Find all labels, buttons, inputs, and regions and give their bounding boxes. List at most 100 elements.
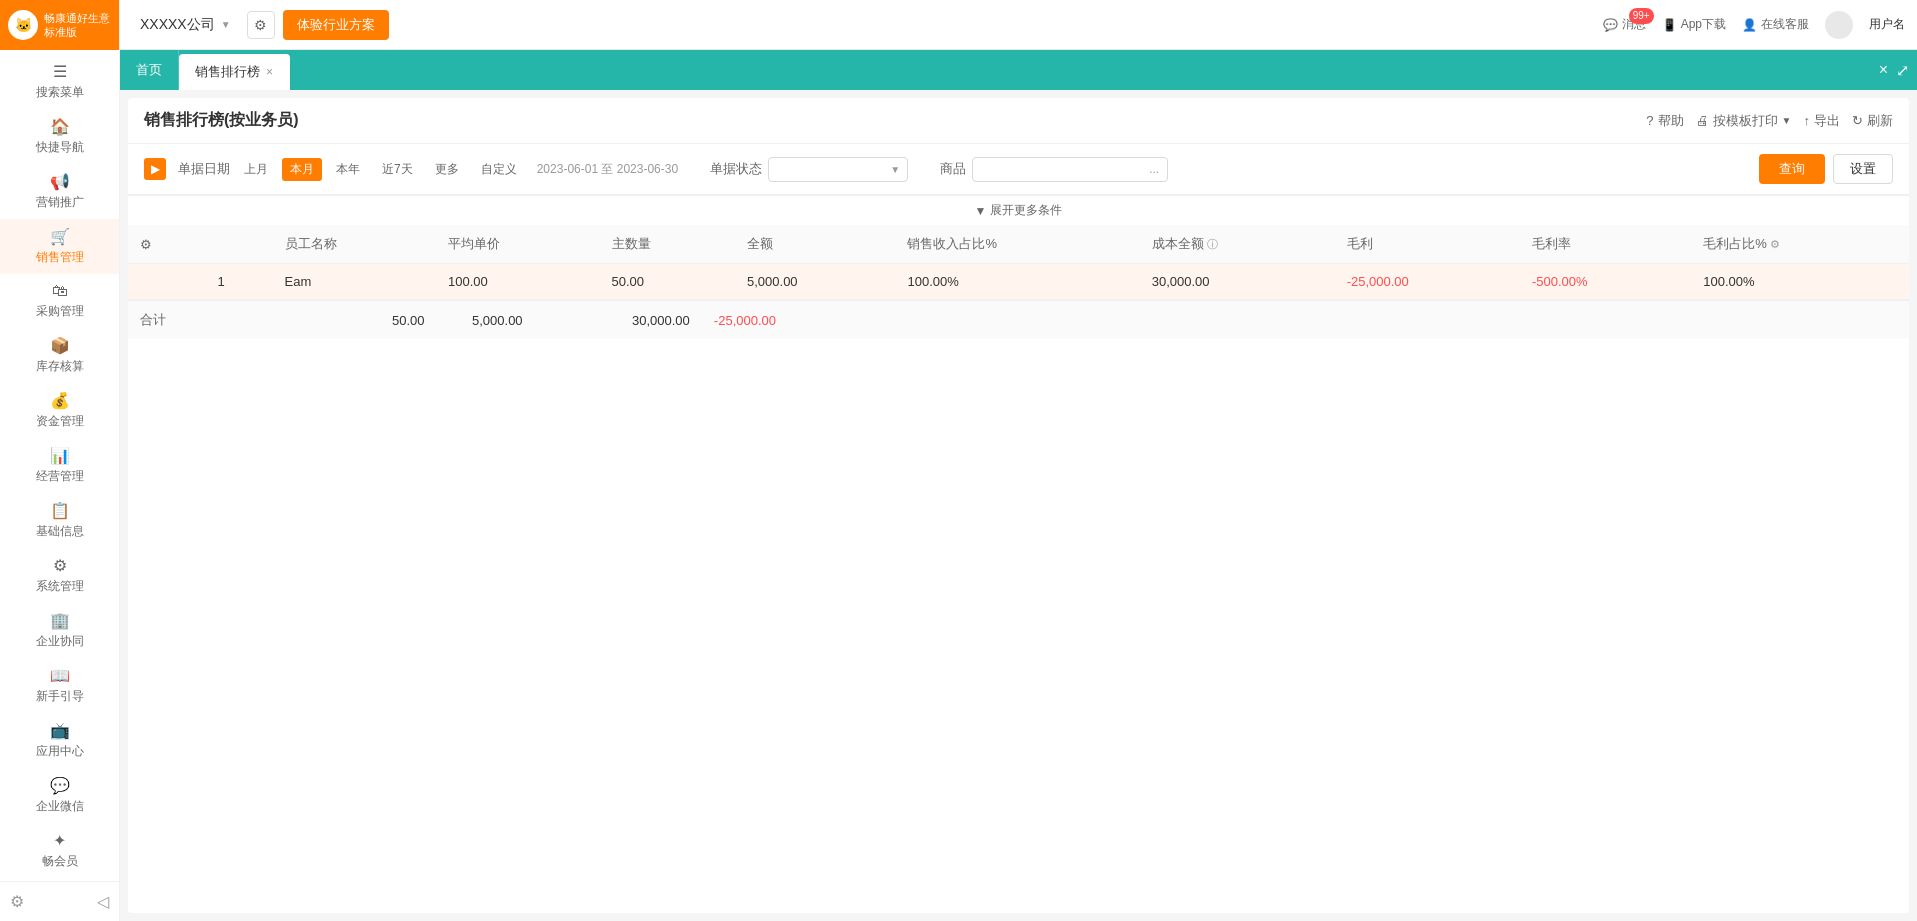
help-button[interactable]: ? 帮助 bbox=[1646, 112, 1683, 130]
help-icon: ? bbox=[1646, 113, 1653, 128]
message-button[interactable]: 💬 消息 99+ bbox=[1603, 16, 1646, 33]
status-select-wrapper: ▼ bbox=[768, 157, 908, 182]
cell-sales-pct: 100.00% bbox=[895, 264, 1139, 300]
footer-cost: 30,000.00 bbox=[620, 313, 702, 328]
sidebar-item-guide[interactable]: 📖 新手引导 bbox=[0, 658, 119, 713]
app-download-button[interactable]: 📱 App下载 bbox=[1662, 16, 1726, 33]
avatar[interactable] bbox=[1825, 11, 1853, 39]
refresh-button[interactable]: ↻ 刷新 bbox=[1852, 112, 1893, 130]
purchase-icon: 🛍 bbox=[52, 282, 68, 300]
export-button[interactable]: ↑ 导出 bbox=[1804, 112, 1841, 130]
sidebar-item-marketing[interactable]: 📢 营销推广 bbox=[0, 164, 119, 219]
sidebar-item-finance[interactable]: 💰 资金管理 bbox=[0, 383, 119, 438]
print-dropdown-icon: ▼ bbox=[1782, 115, 1792, 126]
cell-name: Eam bbox=[273, 264, 436, 300]
col-avg-price: 平均单价 bbox=[436, 225, 599, 264]
sidebar-item-operations[interactable]: 📊 经营管理 bbox=[0, 438, 119, 493]
sidebar-item-wechat[interactable]: 💬 企业微信 bbox=[0, 768, 119, 823]
finance-icon: 💰 bbox=[50, 391, 70, 410]
filter-arrow-button[interactable]: ▶ bbox=[144, 158, 166, 180]
tab-close-icon[interactable]: × bbox=[266, 65, 273, 79]
online-service-button[interactable]: 👤 在线客服 bbox=[1742, 16, 1809, 33]
status-select[interactable] bbox=[768, 157, 908, 182]
data-table: ⚙ 员工名称 平均单价 主数量 全额 销售收入占比% 成本全额 ⓘ bbox=[128, 225, 1909, 300]
sidebar-item-sales[interactable]: 🛒 销售管理 bbox=[0, 219, 119, 274]
operations-icon: 📊 bbox=[50, 446, 70, 465]
footer-empty2 bbox=[300, 313, 380, 328]
status-filter-group: 单据状态 ▼ bbox=[710, 157, 908, 182]
table-header-row: ⚙ 员工名称 平均单价 主数量 全额 销售收入占比% 成本全额 ⓘ bbox=[128, 225, 1909, 264]
guide-icon: 📖 bbox=[50, 666, 70, 685]
sidebar-item-search[interactable]: ☰ 搜索菜单 bbox=[0, 54, 119, 109]
cell-rank: 1 bbox=[205, 264, 272, 300]
col-amount: 全额 bbox=[735, 225, 895, 264]
settings-col-icon: ⚙ bbox=[140, 237, 152, 252]
sidebar-collapse-icon[interactable]: ◁ bbox=[97, 892, 109, 911]
cost-info-icon[interactable]: ⓘ bbox=[1207, 238, 1218, 250]
company-name: XXXXX公司 bbox=[140, 16, 215, 34]
top-bar-right: 💬 消息 99+ 📱 App下载 👤 在线客服 用户名 bbox=[1603, 11, 1905, 39]
footer-values: 50.00 5,000.00 30,000.00 -25,000.00 bbox=[220, 313, 1897, 328]
date-filter-group: 单据日期 上月 本月 本年 近7天 更多 自定义 2023-06-01 至 20… bbox=[178, 158, 678, 181]
goods-input-wrapper: ... bbox=[972, 157, 1168, 182]
message-badge: 99+ bbox=[1629, 8, 1654, 24]
col-quantity: 主数量 bbox=[600, 225, 736, 264]
date-prev-month[interactable]: 上月 bbox=[236, 158, 276, 181]
date-filter-label: 单据日期 bbox=[178, 160, 230, 178]
company-settings-button[interactable]: ⚙ bbox=[247, 11, 275, 39]
date-range-display: 2023-06-01 至 2023-06-30 bbox=[537, 161, 678, 178]
goods-more-icon[interactable]: ... bbox=[1149, 162, 1159, 176]
wechat-icon: 💬 bbox=[50, 776, 70, 795]
filter-action-group: 查询 设置 bbox=[1759, 154, 1893, 184]
sidebar-item-inventory[interactable]: 📦 库存核算 bbox=[0, 328, 119, 383]
top-bar: XXXXX公司 ▼ ⚙ 体验行业方案 💬 消息 99+ 📱 App下载 👤 在线… bbox=[120, 0, 1917, 50]
cell-gross-margin: -500.00% bbox=[1520, 264, 1691, 300]
query-button[interactable]: 查询 bbox=[1759, 154, 1825, 184]
basicinfo-icon: 📋 bbox=[50, 501, 70, 520]
goods-filter-label: 商品 bbox=[940, 160, 966, 178]
expand-more-button[interactable]: ▼ 展开更多条件 bbox=[128, 195, 1909, 225]
footer-gross-profit: -25,000.00 bbox=[702, 313, 788, 328]
tab-sales-ranking[interactable]: 销售排行榜 × bbox=[179, 54, 290, 90]
table-footer: 合计 50.00 5,000.00 30,000.00 -25,000.00 bbox=[128, 300, 1909, 339]
window-maximize-icon[interactable]: ⤢ bbox=[1896, 61, 1909, 80]
sidebar-item-member[interactable]: ✦ 畅会员 bbox=[0, 823, 119, 878]
export-icon: ↑ bbox=[1804, 113, 1811, 128]
company-dropdown-icon: ▼ bbox=[221, 19, 231, 30]
username-label[interactable]: 用户名 bbox=[1869, 16, 1905, 33]
template-print-button[interactable]: 🖨 按模板打印 ▼ bbox=[1696, 112, 1792, 130]
system-icon: ⚙ bbox=[53, 556, 67, 575]
window-close-icon[interactable]: × bbox=[1879, 61, 1888, 79]
table-wrapper: ⚙ 员工名称 平均单价 主数量 全额 销售收入占比% 成本全额 ⓘ bbox=[128, 225, 1909, 300]
sidebar-item-appcenter[interactable]: 📺 应用中心 bbox=[0, 713, 119, 768]
download-icon: 📱 bbox=[1662, 18, 1677, 32]
sidebar-item-enterprise[interactable]: 🏢 企业协同 bbox=[0, 603, 119, 658]
footer-empty1 bbox=[220, 313, 300, 328]
date-this-month[interactable]: 本月 bbox=[282, 158, 322, 181]
sidebar-item-basicinfo[interactable]: 📋 基础信息 bbox=[0, 493, 119, 548]
sidebar-settings-icon[interactable]: ⚙ bbox=[10, 892, 24, 911]
col-gross-margin: 毛利率 bbox=[1520, 225, 1691, 264]
cell-avg-price: 100.00 bbox=[436, 264, 599, 300]
page-title: 销售排行榜(按业务员) bbox=[144, 110, 299, 131]
date-more[interactable]: 更多 bbox=[427, 158, 467, 181]
tab-home[interactable]: 首页 bbox=[120, 50, 179, 90]
page-header: 销售排行榜(按业务员) ? 帮助 🖨 按模板打印 ▼ ↑ 导出 bbox=[128, 98, 1909, 144]
sidebar-item-quicknav[interactable]: 🏠 快捷导航 bbox=[0, 109, 119, 164]
trial-button[interactable]: 体验行业方案 bbox=[283, 10, 389, 40]
date-last-7[interactable]: 近7天 bbox=[374, 158, 421, 181]
sidebar-item-system[interactable]: ⚙ 系统管理 bbox=[0, 548, 119, 603]
date-this-year[interactable]: 本年 bbox=[328, 158, 368, 181]
company-selector[interactable]: XXXXX公司 ▼ bbox=[132, 12, 239, 38]
col-gross-profit: 毛利 bbox=[1335, 225, 1520, 264]
sidebar-item-purchase[interactable]: 🛍 采购管理 bbox=[0, 274, 119, 328]
grosspct-info-icon[interactable]: ⚙ bbox=[1770, 238, 1780, 250]
gear-icon: ⚙ bbox=[254, 17, 267, 33]
settings-button[interactable]: 设置 bbox=[1833, 154, 1893, 184]
page-inner: 销售排行榜(按业务员) ? 帮助 🖨 按模板打印 ▼ ↑ 导出 bbox=[128, 98, 1909, 913]
cell-quantity: 50.00 bbox=[600, 264, 736, 300]
print-icon: 🖨 bbox=[1696, 113, 1709, 128]
col-settings[interactable]: ⚙ bbox=[128, 225, 205, 264]
date-custom[interactable]: 自定义 bbox=[473, 158, 525, 181]
goods-input[interactable] bbox=[981, 162, 1149, 177]
